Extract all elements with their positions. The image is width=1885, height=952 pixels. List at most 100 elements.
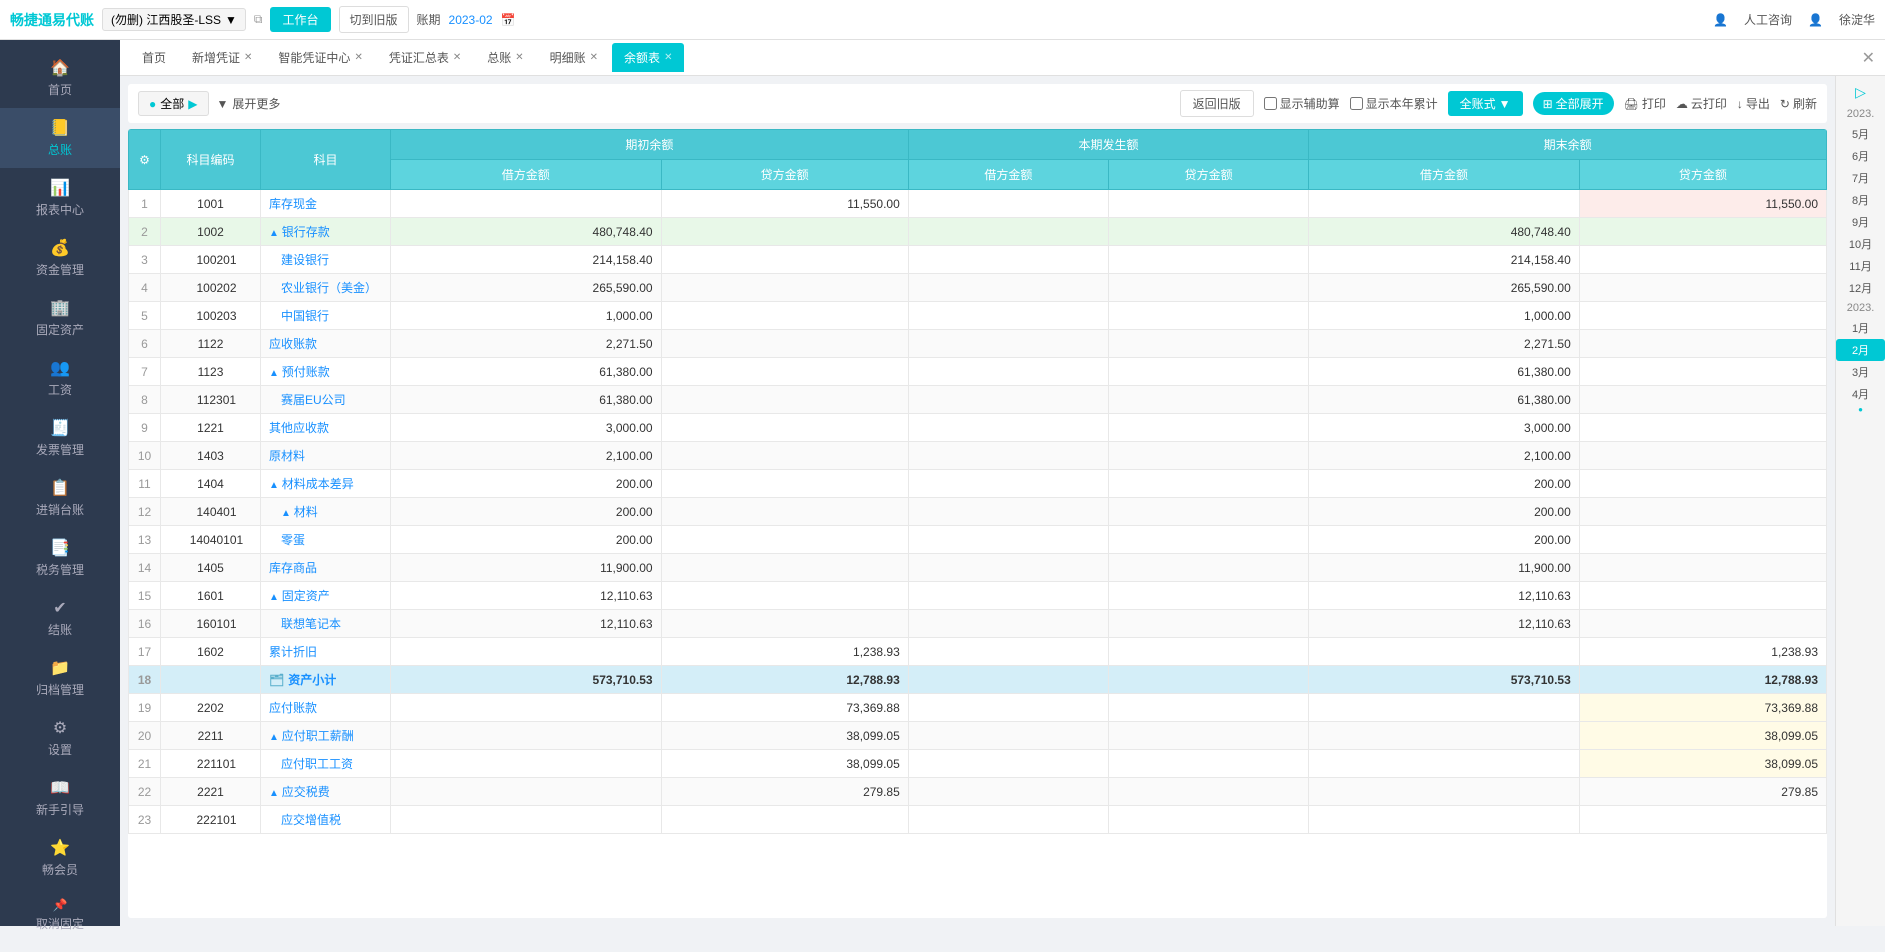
tab-ledger[interactable]: 总账 ✕ — [475, 43, 535, 72]
export-button[interactable]: ↓ 导出 — [1737, 95, 1770, 112]
th-settings[interactable]: ⚙ — [129, 130, 161, 190]
subject-link[interactable]: 材料成本差异 — [282, 477, 354, 491]
cell-subject[interactable]: 其他应收款 — [261, 414, 391, 442]
cell-subject[interactable]: ▲ 银行存款 — [261, 218, 391, 246]
cell-subject[interactable]: ▲ 材料成本差异 — [261, 470, 391, 498]
expand-icon[interactable]: ▲ — [281, 508, 294, 519]
show-aux-input[interactable] — [1264, 97, 1277, 110]
right-month-9[interactable]: 9月 — [1836, 211, 1885, 233]
cell-subject[interactable]: 库存商品 — [261, 554, 391, 582]
cell-subject[interactable]: 农业银行（美金） — [261, 274, 391, 302]
expand-icon[interactable]: ▲ — [269, 480, 282, 491]
tab-balance[interactable]: 余额表 ✕ — [612, 43, 684, 72]
cell-subject[interactable]: 原材料 — [261, 442, 391, 470]
cell-subject[interactable]: 零蛋 — [261, 526, 391, 554]
tab-balance-close[interactable]: ✕ — [664, 52, 672, 63]
right-month-6[interactable]: 6月 — [1836, 145, 1885, 167]
switch-old-button[interactable]: 切到旧版 — [339, 6, 409, 33]
workbench-button[interactable]: 工作台 — [270, 7, 330, 32]
sidebar-item-invoice[interactable]: 🧾 发票管理 — [0, 408, 120, 468]
cell-subject[interactable]: 🗂资产小计 — [261, 666, 391, 694]
subject-link[interactable]: 应付职工薪酬 — [282, 729, 354, 743]
subject-link[interactable]: 材料 — [294, 505, 318, 519]
subject-link[interactable]: 应收账款 — [269, 337, 317, 351]
right-month-12[interactable]: 12月 — [1836, 277, 1885, 299]
cell-subject[interactable]: 联想笔记本 — [261, 610, 391, 638]
cell-subject[interactable]: 应付账款 — [261, 694, 391, 722]
panel-toggle-icon[interactable]: ▷ — [1855, 84, 1866, 101]
right-month-2[interactable]: 2月 — [1836, 339, 1885, 361]
sidebar-item-home[interactable]: 🏠 首页 — [0, 48, 120, 108]
tab-smart-center-close[interactable]: ✕ — [354, 52, 362, 63]
right-month-10[interactable]: 10月 — [1836, 233, 1885, 255]
show-ytd-input[interactable] — [1350, 97, 1363, 110]
right-month-1[interactable]: 1月 — [1836, 317, 1885, 339]
consult-label[interactable]: 人工咨询 — [1744, 11, 1792, 28]
show-ytd-checkbox[interactable]: 显示本年累计 — [1350, 95, 1438, 112]
sidebar-item-tax[interactable]: 📑 税务管理 — [0, 528, 120, 588]
tab-smart-center[interactable]: 智能凭证中心 ✕ — [266, 43, 374, 72]
subject-link[interactable]: 累计折旧 — [269, 645, 317, 659]
cell-subject[interactable]: ▲ 固定资产 — [261, 582, 391, 610]
expand-icon[interactable]: ▲ — [269, 788, 282, 799]
sidebar-item-closing[interactable]: ✔ 结账 — [0, 588, 120, 648]
subject-link[interactable]: 其他应收款 — [269, 421, 329, 435]
sidebar-item-report[interactable]: 📊 报表中心 — [0, 168, 120, 228]
tab-voucher-summary[interactable]: 凭证汇总表 ✕ — [377, 43, 473, 72]
cell-subject[interactable]: ▲ 应付职工薪酬 — [261, 722, 391, 750]
subject-link[interactable]: 赛届EU公司 — [281, 393, 346, 407]
subject-link[interactable]: 库存商品 — [269, 561, 317, 575]
tab-detail[interactable]: 明细账 ✕ — [538, 43, 610, 72]
tab-detail-close[interactable]: ✕ — [590, 52, 598, 63]
filter-all-button[interactable]: ● 全部 ▶ — [138, 91, 209, 116]
subject-link[interactable]: 应交税费 — [282, 785, 330, 799]
subject-link[interactable]: 农业银行（美金） — [281, 281, 377, 295]
copy-icon[interactable]: ⧉ — [254, 12, 263, 27]
expand-icon[interactable]: ▲ — [269, 368, 282, 379]
calendar-icon[interactable]: 📅 — [501, 13, 516, 27]
refresh-button[interactable]: ↻ 刷新 — [1780, 95, 1817, 112]
expand-icon[interactable]: ▲ — [269, 592, 282, 603]
expand-icon[interactable]: ▲ — [269, 732, 282, 743]
sidebar-item-ledger[interactable]: 📒 总账 — [0, 108, 120, 168]
cell-subject[interactable]: 累计折旧 — [261, 638, 391, 666]
subject-link[interactable]: 银行存款 — [282, 225, 330, 239]
right-month-11[interactable]: 11月 — [1836, 255, 1885, 277]
cell-subject[interactable]: 建设银行 — [261, 246, 391, 274]
sidebar-item-payroll[interactable]: 👥 工资 — [0, 348, 120, 408]
sidebar-item-purchase[interactable]: 📋 进销台账 — [0, 468, 120, 528]
cell-subject[interactable]: 应收账款 — [261, 330, 391, 358]
cell-subject[interactable]: 应付职工工资 — [261, 750, 391, 778]
tab-new-voucher[interactable]: 新增凭证 ✕ — [180, 43, 264, 72]
cell-subject[interactable]: 中国银行 — [261, 302, 391, 330]
subject-link[interactable]: 库存现金 — [269, 197, 317, 211]
cell-subject[interactable]: ▲ 材料 — [261, 498, 391, 526]
close-all-tabs[interactable]: ✕ — [1862, 48, 1875, 68]
sidebar-item-asset[interactable]: 🏢 固定资产 — [0, 288, 120, 348]
tab-voucher-summary-close[interactable]: ✕ — [453, 52, 461, 63]
subject-link[interactable]: 应付职工工资 — [281, 757, 353, 771]
subject-link[interactable]: 联想笔记本 — [281, 617, 341, 631]
cell-subject[interactable]: 库存现金 — [261, 190, 391, 218]
show-aux-checkbox[interactable]: 显示辅助算 — [1264, 95, 1340, 112]
sidebar-item-archive[interactable]: 📁 归档管理 — [0, 648, 120, 708]
sidebar-item-member[interactable]: ⭐ 畅会员 — [0, 828, 120, 888]
cloud-print-button[interactable]: ☁ 云打印 — [1676, 95, 1727, 112]
subject-link[interactable]: 预付账款 — [282, 365, 330, 379]
cell-subject[interactable]: 赛届EU公司 — [261, 386, 391, 414]
back-old-button[interactable]: 返回旧版 — [1180, 90, 1254, 117]
right-month-4[interactable]: 4月 — [1836, 383, 1885, 405]
print-button[interactable]: 🖨 打印 — [1624, 95, 1666, 112]
subject-link[interactable]: 应交增值税 — [281, 813, 341, 827]
sidebar-item-capital[interactable]: 💰 资金管理 — [0, 228, 120, 288]
expand-icon[interactable]: ▲ — [269, 228, 282, 239]
tab-ledger-close[interactable]: ✕ — [515, 52, 523, 63]
sidebar-item-settings[interactable]: ⚙ 设置 — [0, 708, 120, 768]
subject-link[interactable]: 应付账款 — [269, 701, 317, 715]
format-button[interactable]: 全账式 ▼ — [1448, 91, 1523, 116]
tab-new-voucher-close[interactable]: ✕ — [244, 52, 252, 63]
cell-subject[interactable]: ▲ 预付账款 — [261, 358, 391, 386]
tab-home[interactable]: 首页 — [130, 43, 178, 72]
subject-link[interactable]: 固定资产 — [282, 589, 330, 603]
subject-link[interactable]: 建设银行 — [281, 253, 329, 267]
